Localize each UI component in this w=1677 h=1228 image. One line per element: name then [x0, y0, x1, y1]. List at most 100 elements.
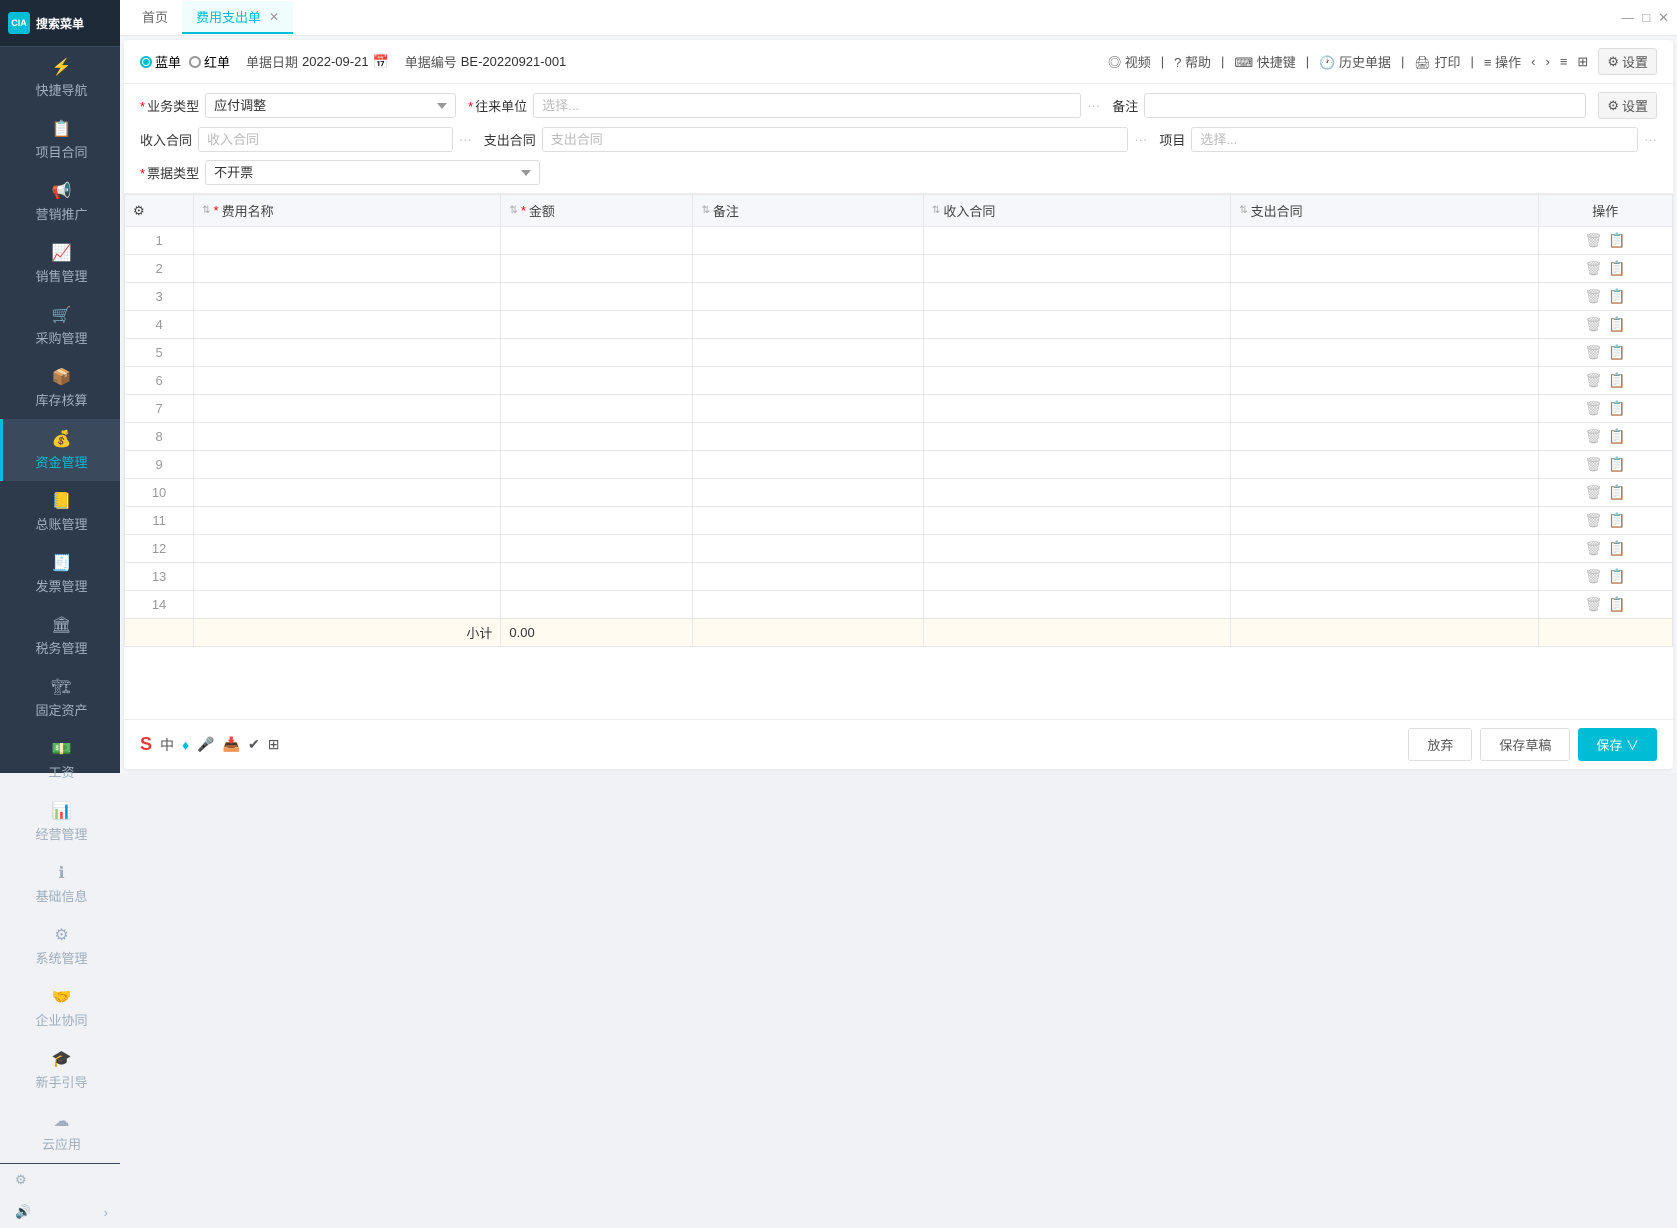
- cell-name[interactable]: [194, 367, 501, 395]
- cell-amount[interactable]: [501, 507, 693, 535]
- cell-expense-contract[interactable]: [1231, 507, 1538, 535]
- nav-next[interactable]: ›: [1545, 54, 1549, 69]
- cell-expense-contract[interactable]: [1231, 423, 1538, 451]
- cell-expense-contract[interactable]: [1231, 227, 1538, 255]
- print-label[interactable]: 🖨 打印: [1414, 52, 1460, 71]
- sidebar-item-ledger[interactable]: 📒 总账管理: [0, 481, 120, 543]
- cell-income-contract[interactable]: [923, 535, 1230, 563]
- copy-icon[interactable]: 📋: [1608, 372, 1625, 389]
- sidebar-item-sys[interactable]: ⚙ 系统管理: [0, 915, 120, 977]
- delete-icon[interactable]: 🗑: [1585, 512, 1603, 529]
- cell-amount[interactable]: [501, 395, 693, 423]
- income-contract-input[interactable]: [198, 127, 453, 152]
- sidebar-item-basic-info[interactable]: ℹ 基础信息: [0, 853, 120, 915]
- sidebar-volume[interactable]: 🔊 ›: [0, 1196, 120, 1228]
- close-button[interactable]: ✕: [1658, 10, 1669, 26]
- cell-income-contract[interactable]: [923, 395, 1230, 423]
- copy-icon[interactable]: 📋: [1608, 316, 1625, 333]
- cell-amount[interactable]: [501, 255, 693, 283]
- cell-income-contract[interactable]: [923, 479, 1230, 507]
- project-dots[interactable]: ···: [1644, 132, 1657, 147]
- cell-name[interactable]: [194, 255, 501, 283]
- video-label[interactable]: ◎ 视频: [1108, 52, 1151, 71]
- cell-expense-contract[interactable]: [1231, 283, 1538, 311]
- cell-note[interactable]: [693, 395, 923, 423]
- table-scroll-area[interactable]: ⚙ ⇅ * 费用名称 ⇅ *: [124, 194, 1673, 719]
- cell-income-contract[interactable]: [923, 255, 1230, 283]
- cell-name[interactable]: [194, 591, 501, 619]
- sidebar-item-salary[interactable]: 💵 工资: [0, 729, 120, 791]
- sort-icon-name-up[interactable]: ⇅: [202, 205, 210, 216]
- delete-icon[interactable]: 🗑: [1585, 400, 1603, 417]
- sidebar-item-fixed-assets[interactable]: 🏗 固定资产: [0, 667, 120, 729]
- cell-name[interactable]: [194, 423, 501, 451]
- search-menu-label[interactable]: 搜索菜单: [36, 15, 84, 32]
- expense-contract-input[interactable]: [542, 127, 1129, 152]
- cell-name[interactable]: [194, 535, 501, 563]
- cell-note[interactable]: [693, 255, 923, 283]
- nav-prev[interactable]: ‹: [1531, 54, 1535, 69]
- tab-expense[interactable]: 费用支出单 ✕: [182, 1, 293, 34]
- settings-button[interactable]: ⚙ 设置: [1598, 48, 1657, 75]
- date-value[interactable]: 2022-09-21: [302, 54, 369, 69]
- help-label[interactable]: ? 帮助: [1174, 52, 1211, 71]
- sidebar-item-sales[interactable]: 📈 销售管理: [0, 233, 120, 295]
- delete-icon[interactable]: 🗑: [1585, 596, 1603, 613]
- copy-icon[interactable]: 📋: [1608, 484, 1625, 501]
- delete-icon[interactable]: 🗑: [1585, 540, 1603, 557]
- delete-icon[interactable]: 🗑: [1585, 428, 1603, 445]
- delete-icon[interactable]: 🗑: [1585, 288, 1603, 305]
- history-label[interactable]: 🕐 历史单据: [1319, 52, 1391, 71]
- cell-expense-contract[interactable]: [1231, 591, 1538, 619]
- sidebar-item-purchase[interactable]: 🛒 采购管理: [0, 295, 120, 357]
- cell-note[interactable]: [693, 563, 923, 591]
- cell-income-contract[interactable]: [923, 339, 1230, 367]
- cell-income-contract[interactable]: [923, 283, 1230, 311]
- cell-income-contract[interactable]: [923, 507, 1230, 535]
- tab-expense-close[interactable]: ✕: [269, 10, 279, 24]
- copy-icon[interactable]: 📋: [1608, 540, 1625, 557]
- cell-income-contract[interactable]: [923, 367, 1230, 395]
- expense-contract-dots[interactable]: ···: [1134, 132, 1147, 147]
- cell-name[interactable]: [194, 283, 501, 311]
- brand-check-icon[interactable]: ✔: [248, 736, 260, 753]
- copy-icon[interactable]: 📋: [1608, 232, 1625, 249]
- delete-icon[interactable]: 🗑: [1585, 568, 1603, 585]
- copy-icon[interactable]: 📋: [1608, 456, 1625, 473]
- sort-icon-expense[interactable]: ⇅: [1239, 205, 1247, 216]
- cell-amount[interactable]: [501, 423, 693, 451]
- tab-home[interactable]: 首页: [128, 1, 182, 34]
- cell-note[interactable]: [693, 479, 923, 507]
- delete-icon[interactable]: 🗑: [1585, 316, 1603, 333]
- cell-note[interactable]: [693, 591, 923, 619]
- brand-cn-icon[interactable]: 中: [160, 735, 174, 755]
- table-settings-icon[interactable]: ⚙: [133, 203, 145, 218]
- cell-expense-contract[interactable]: [1231, 451, 1538, 479]
- business-type-select[interactable]: 应付调整: [205, 93, 456, 118]
- sort-icon-note[interactable]: ⇅: [701, 205, 709, 216]
- cell-note[interactable]: [693, 451, 923, 479]
- counterpart-input[interactable]: [533, 93, 1081, 118]
- cell-income-contract[interactable]: [923, 227, 1230, 255]
- sidebar-item-tax[interactable]: 🏛 税务管理: [0, 605, 120, 667]
- th-settings[interactable]: ⚙: [125, 195, 194, 227]
- cell-expense-contract[interactable]: [1231, 311, 1538, 339]
- number-value[interactable]: BE-20220921-001: [461, 54, 567, 69]
- sidebar-item-ops[interactable]: 📊 经营管理: [0, 791, 120, 853]
- copy-icon[interactable]: 📋: [1608, 288, 1625, 305]
- sidebar-item-marketing[interactable]: 📢 营销推广: [0, 171, 120, 233]
- col-settings-button[interactable]: ⚙ 设置: [1598, 92, 1657, 119]
- copy-icon[interactable]: 📋: [1608, 568, 1625, 585]
- cell-expense-contract[interactable]: [1231, 479, 1538, 507]
- cell-amount[interactable]: [501, 563, 693, 591]
- copy-icon[interactable]: 📋: [1608, 400, 1625, 417]
- cell-amount[interactable]: [501, 535, 693, 563]
- sidebar-item-cloud[interactable]: ☁ 云应用: [0, 1101, 120, 1163]
- cell-expense-contract[interactable]: [1231, 563, 1538, 591]
- layout-grid[interactable]: ⊞: [1577, 54, 1588, 70]
- sidebar-item-project-contract[interactable]: 📋 项目合同: [0, 109, 120, 171]
- sort-icon-income[interactable]: ⇅: [932, 205, 940, 216]
- brand-download-icon[interactable]: 📥: [223, 736, 240, 753]
- cell-amount[interactable]: [501, 339, 693, 367]
- cell-name[interactable]: [194, 451, 501, 479]
